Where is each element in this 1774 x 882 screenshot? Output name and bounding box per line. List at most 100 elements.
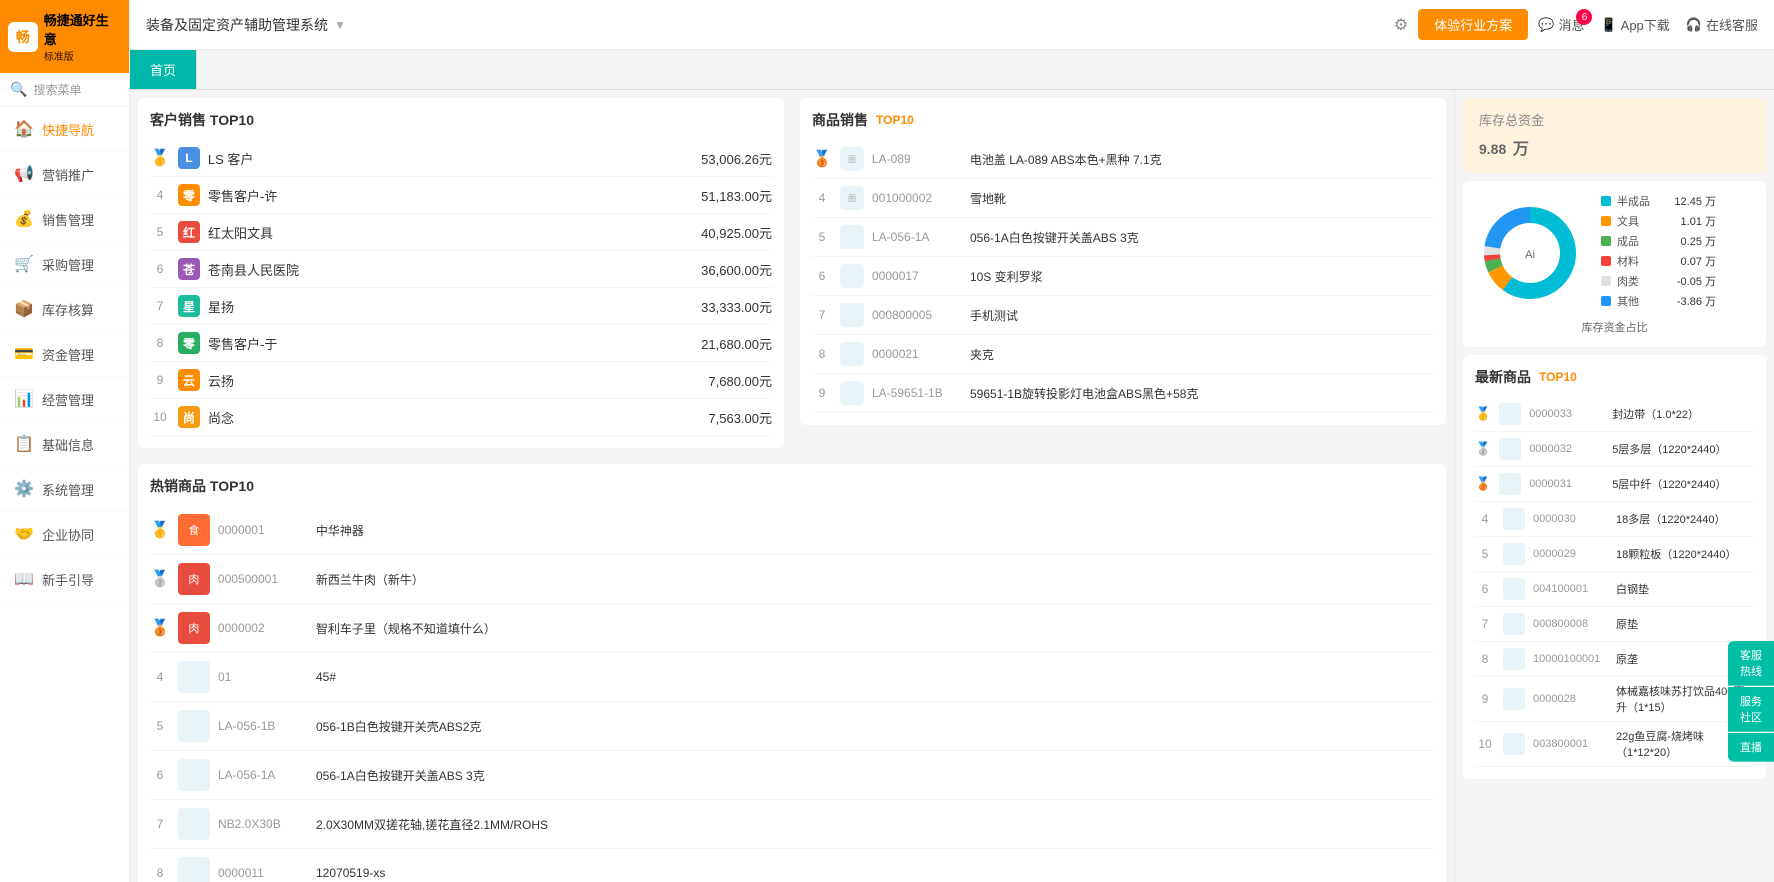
list-item: 7 000800008 原垫 [1475,607,1754,642]
rank-number: 4 [150,670,170,684]
customer-name: 云扬 [208,371,700,390]
product-name: 5层多层（1220*2440） [1612,441,1754,457]
customer-service-button[interactable]: 客服热线 [1728,641,1774,686]
product-name: 电池盖 LA-089 ABS本色+黑种 7.1克 [970,151,1434,168]
legend-item: 肉类 -0.05 万 [1601,273,1716,289]
product-code: 003800001 [1533,738,1608,750]
product-code: LA-089 [872,152,962,166]
sidebar-item-cooperation[interactable]: 🤝 企业协同 [0,512,129,557]
legend-color [1601,296,1611,306]
customer-amount: 36,600.00元 [701,260,772,279]
list-item: 9 0000028 体械嘉核味苏打饮品400毫升（1*15） [1475,677,1754,722]
medal-icon-gold: 🥇 [150,148,170,168]
rank-number: 5 [150,719,170,733]
product-name: 10S 变利罗浆 [970,268,1434,285]
customer-amount: 53,006.26元 [701,149,772,168]
guide-icon: 📖 [14,569,34,589]
product-thumbnail [178,661,210,693]
rank-number: 9 [812,386,832,400]
list-item: 7 NB2.0X30B 2.0X30MM双搓花轴,搓花直径2.1MM/ROHS [150,800,1434,849]
customer-badge: 苍 [178,258,200,280]
rank-number: 9 [150,373,170,387]
customer-badge: 星 [178,295,200,317]
rank-number: 8 [150,336,170,350]
system-title: 装备及固定资产辅助管理系统 ▼ [146,15,1384,35]
sidebar-item-label: 销售管理 [42,210,94,229]
table-row: 🥇 L LS 客户 53,006.26元 [150,140,772,177]
table-row: 9 LA-59651-1B 59651-1B旋转投影灯电池盒ABS黑色+58克 [812,374,1434,413]
inventory-total-card: 库存总资金 9.88 万 [1463,98,1766,173]
product-ranking-card: 商品销售 TOP10 🥉 图 LA-089 电池盖 LA-089 ABS本色+黑… [800,98,1446,425]
product-code: 0000002 [218,621,308,635]
list-item: 5 0000029 18颗粒板（1220*2440） [1475,537,1754,572]
table-row: 7 000800005 手机测试 [812,296,1434,335]
chart-subtitle: 库存资金占比 [1475,319,1754,335]
sidebar-item-label: 营销推广 [42,165,94,184]
rank-number: 8 [1475,652,1495,666]
tab-home[interactable]: 首页 [130,50,197,89]
customer-badge: 零 [178,184,200,206]
sidebar-item-operations[interactable]: 📊 经营管理 [0,377,129,422]
rank-number: 10 [150,410,170,424]
sidebar-item-basic-info[interactable]: 📋 基础信息 [0,422,129,467]
search-menu[interactable]: 🔍 搜索菜单 [0,73,129,107]
sidebar-item-inventory[interactable]: 📦 库存核算 [0,287,129,332]
sidebar-item-guide[interactable]: 📖 新手引导 [0,557,129,602]
product-code: LA-056-1A [218,768,308,782]
table-row: 6 苍 苍南县人民医院 36,600.00元 [150,251,772,288]
dropdown-icon[interactable]: ▼ [334,18,346,32]
online-service-button[interactable]: 🎧 在线客服 [1686,15,1758,34]
sidebar-logo[interactable]: 畅 畅捷通好生意 标准版 [0,0,129,73]
purchase-icon: 🛒 [14,254,34,274]
gear-icon[interactable]: ⚙ [1394,15,1408,35]
sidebar-item-system[interactable]: ⚙️ 系统管理 [0,467,129,512]
sidebar-item-marketing[interactable]: 📢 营销推广 [0,152,129,197]
product-thumbnail [1503,578,1525,600]
service-community-button[interactable]: 服务社区 [1728,687,1774,732]
product-name: 智利车子里（规格不知道填什么） [316,620,496,637]
customer-name: 星扬 [208,297,693,316]
product-code: 0000030 [1533,513,1608,525]
product-name: 封边带（1.0*22） [1612,406,1754,422]
product-image [840,225,864,249]
svg-text:图: 图 [848,194,856,203]
legend-label: 成品 [1617,233,1650,249]
medal-icon: 🥉 [812,149,832,169]
sidebar-item-purchase[interactable]: 🛒 采购管理 [0,242,129,287]
inventory-icon: 📦 [14,299,34,319]
product-thumbnail [178,759,210,791]
product-code: 0000028 [1533,693,1608,705]
list-item: 4 01 45# [150,653,1434,702]
inventory-title: 库存总资金 [1479,110,1750,129]
system-icon: ⚙️ [14,479,34,499]
product-code: 0000029 [1533,548,1608,560]
trial-button[interactable]: 体验行业方案 [1418,9,1528,40]
sidebar-item-label: 资金管理 [42,345,94,364]
product-code: 0000031 [1529,478,1604,490]
app-download-button[interactable]: 📱 App下载 [1600,15,1669,34]
product-code: LA-056-1A [872,230,962,244]
legend-value: 0.07 万 [1656,253,1716,269]
legend-item: 材料 0.07 万 [1601,253,1716,269]
product-ranking-col: 商品销售 TOP10 🥉 图 LA-089 电池盖 LA-089 ABS本色+黑… [792,90,1454,456]
sidebar-item-finance[interactable]: 💳 资金管理 [0,332,129,377]
system-title-text: 装备及固定资产辅助管理系统 [146,15,328,35]
legend-label: 半成品 [1617,193,1650,209]
legend-color [1601,256,1611,266]
medal-icon-gold: 🥇 [150,520,170,540]
rank-number: 6 [150,768,170,782]
product-code: 10000100001 [1533,653,1608,665]
product-image [840,342,864,366]
cooperation-icon: 🤝 [14,524,34,544]
product-image: 图 [840,147,864,171]
left-panel: 客户销售 TOP10 🥇 L LS 客户 53,006.26元 4 零 [130,90,1454,882]
sidebar: 畅 畅捷通好生意 标准版 🔍 搜索菜单 🏠 快捷导航 📢 营销推广 💰 销售管理… [0,0,130,882]
live-broadcast-button[interactable]: 直播 [1728,733,1774,762]
message-button[interactable]: 💬 消息 6 [1538,15,1584,34]
legend-color [1601,236,1611,246]
table-row: 9 云 云扬 7,680.00元 [150,362,772,399]
sales-icon: 💰 [14,209,34,229]
sidebar-item-home[interactable]: 🏠 快捷导航 [0,107,129,152]
sidebar-item-sales[interactable]: 💰 销售管理 [0,197,129,242]
product-thumbnail [1503,688,1525,710]
